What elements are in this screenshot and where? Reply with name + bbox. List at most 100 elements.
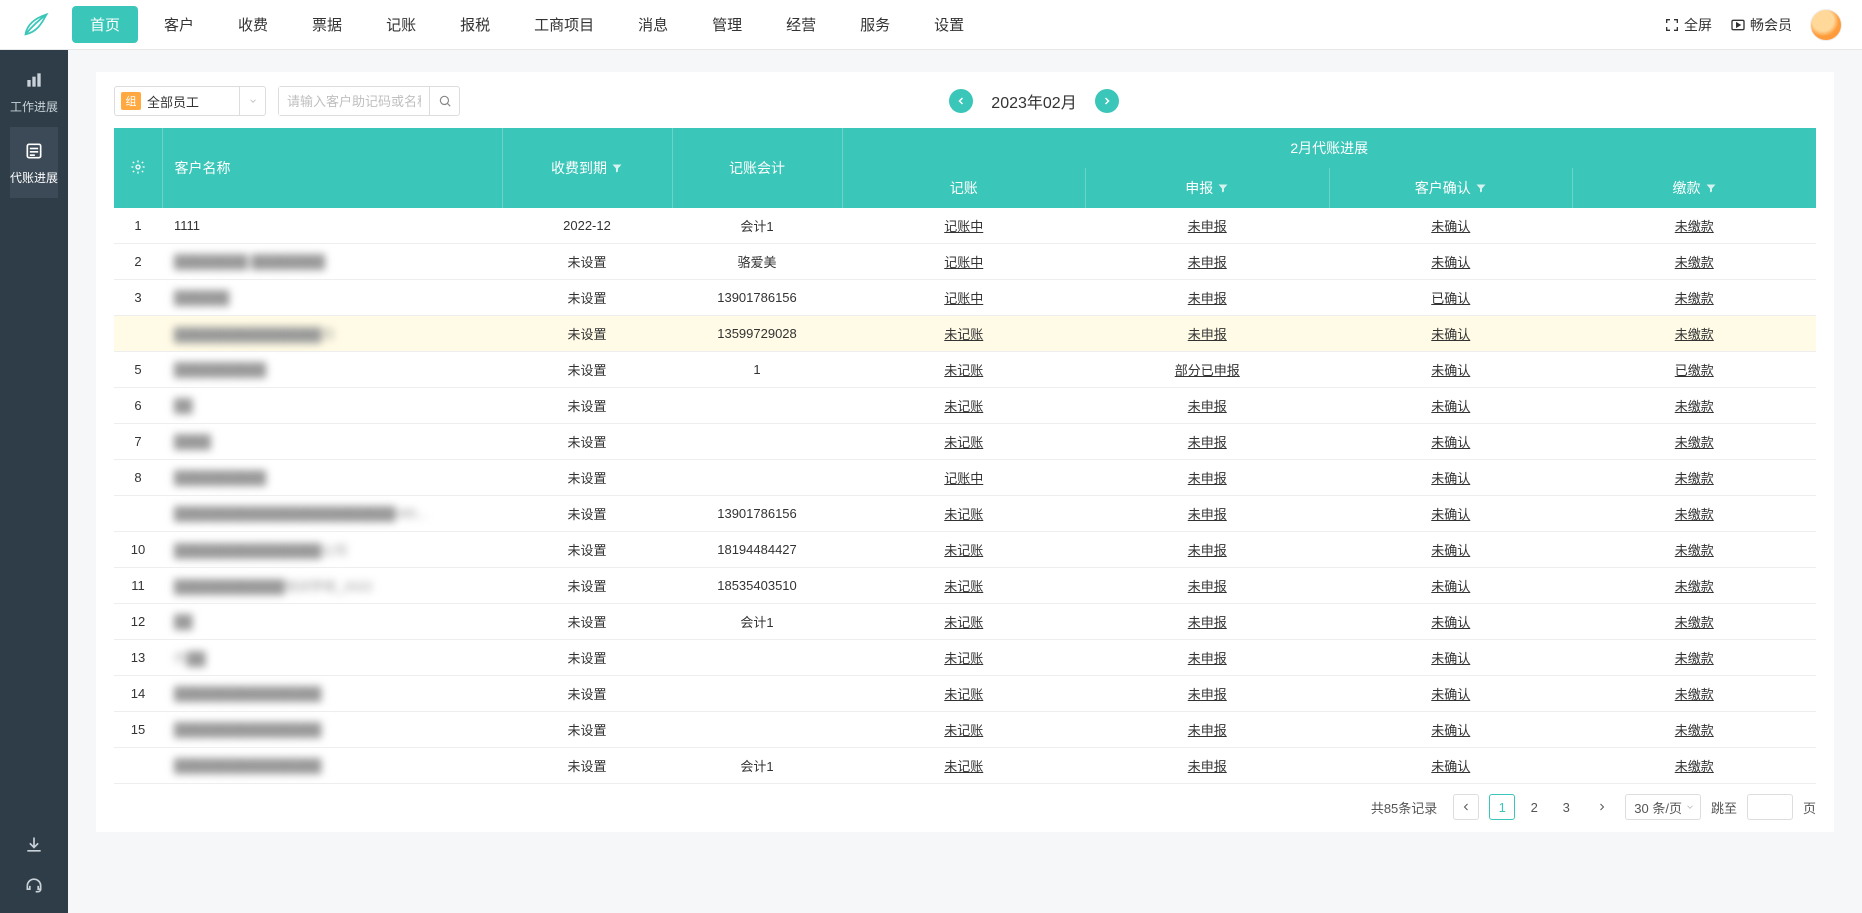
confirm-cell[interactable]: 未确认: [1329, 676, 1573, 712]
th-payment[interactable]: 缴款: [1573, 168, 1817, 208]
table-row[interactable]: 11████████████培训学校_2022未设置18535403510未记账…: [114, 568, 1816, 604]
declare-cell[interactable]: 未申报: [1086, 316, 1330, 352]
customer-name-cell[interactable]: ████████████████司: [162, 316, 502, 352]
confirm-cell[interactable]: 未确认: [1329, 388, 1573, 424]
nav-item-5[interactable]: 报税: [442, 6, 508, 43]
record-cell[interactable]: 未记账: [842, 388, 1086, 424]
headset-icon[interactable]: [22, 873, 46, 897]
confirm-cell[interactable]: 未确认: [1329, 424, 1573, 460]
record-cell[interactable]: 未记账: [842, 316, 1086, 352]
vip-button[interactable]: 畅会员: [1730, 15, 1792, 35]
th-confirm[interactable]: 客户确认: [1329, 168, 1573, 208]
customer-name-cell[interactable]: ████████████████: [162, 748, 502, 784]
nav-item-9[interactable]: 经营: [768, 6, 834, 43]
declare-cell[interactable]: 未申报: [1086, 676, 1330, 712]
payment-cell[interactable]: 未缴款: [1573, 388, 1817, 424]
declare-cell[interactable]: 未申报: [1086, 604, 1330, 640]
customer-name-cell[interactable]: ████████████培训学校_2022: [162, 568, 502, 604]
payment-cell[interactable]: 未缴款: [1573, 424, 1817, 460]
table-row[interactable]: ████████████████未设置会计1未记账未申报未确认未缴款: [114, 748, 1816, 784]
payment-cell[interactable]: 未缴款: [1573, 712, 1817, 748]
record-cell[interactable]: 未记账: [842, 568, 1086, 604]
confirm-cell[interactable]: 未确认: [1329, 352, 1573, 388]
customer-name-cell[interactable]: ██: [162, 604, 502, 640]
table-row[interactable]: ████████████████司未设置13599729028未记账未申报未确认…: [114, 316, 1816, 352]
payment-cell[interactable]: 未缴款: [1573, 316, 1817, 352]
page-size-select[interactable]: 30 条/页: [1625, 794, 1701, 820]
payment-cell[interactable]: 未缴款: [1573, 244, 1817, 280]
nav-item-6[interactable]: 工商项目: [516, 6, 612, 43]
prev-month-button[interactable]: [949, 89, 973, 113]
record-cell[interactable]: 未记账: [842, 748, 1086, 784]
customer-name-cell[interactable]: ██████████: [162, 352, 502, 388]
declare-cell[interactable]: 未申报: [1086, 244, 1330, 280]
nav-item-7[interactable]: 消息: [620, 6, 686, 43]
declare-cell[interactable]: 未申报: [1086, 460, 1330, 496]
table-row[interactable]: ████████████████████████085...未设置1390178…: [114, 496, 1816, 532]
customer-name-cell[interactable]: ████████████████████████085...: [162, 496, 502, 532]
table-row[interactable]: 111112022-12会计1记账中未申报未确认未缴款: [114, 208, 1816, 244]
nav-item-4[interactable]: 记账: [368, 6, 434, 43]
record-cell[interactable]: 未记账: [842, 424, 1086, 460]
confirm-cell[interactable]: 未确认: [1329, 568, 1573, 604]
customer-name-cell[interactable]: ██████: [162, 280, 502, 316]
customer-name-cell[interactable]: ████████████████: [162, 712, 502, 748]
page-button-3[interactable]: 3: [1553, 794, 1579, 820]
th-declare[interactable]: 申报: [1086, 168, 1330, 208]
confirm-cell[interactable]: 未确认: [1329, 244, 1573, 280]
payment-cell[interactable]: 未缴款: [1573, 532, 1817, 568]
record-cell[interactable]: 记账中: [842, 280, 1086, 316]
sidebar-item-1[interactable]: 代账进展: [10, 127, 58, 198]
declare-cell[interactable]: 未申报: [1086, 640, 1330, 676]
jump-input[interactable]: [1747, 794, 1793, 820]
declare-cell[interactable]: 未申报: [1086, 424, 1330, 460]
customer-name-cell[interactable]: 代██: [162, 640, 502, 676]
record-cell[interactable]: 未记账: [842, 640, 1086, 676]
page-button-1[interactable]: 1: [1489, 794, 1515, 820]
search-button[interactable]: [429, 87, 459, 115]
confirm-cell[interactable]: 未确认: [1329, 316, 1573, 352]
table-row[interactable]: 10████████████████公司未设置18194484427未记账未申报…: [114, 532, 1816, 568]
declare-cell[interactable]: 未申报: [1086, 532, 1330, 568]
declare-cell[interactable]: 未申报: [1086, 280, 1330, 316]
next-page-button[interactable]: [1589, 794, 1615, 820]
customer-name-cell[interactable]: 1111: [162, 208, 502, 244]
payment-cell[interactable]: 未缴款: [1573, 208, 1817, 244]
declare-cell[interactable]: 未申报: [1086, 208, 1330, 244]
prev-page-button[interactable]: [1453, 794, 1479, 820]
confirm-cell[interactable]: 未确认: [1329, 712, 1573, 748]
payment-cell[interactable]: 未缴款: [1573, 496, 1817, 532]
table-row[interactable]: 3██████未设置13901786156记账中未申报已确认未缴款: [114, 280, 1816, 316]
confirm-cell[interactable]: 已确认: [1329, 280, 1573, 316]
record-cell[interactable]: 记账中: [842, 244, 1086, 280]
declare-cell[interactable]: 未申报: [1086, 388, 1330, 424]
customer-name-cell[interactable]: ████: [162, 424, 502, 460]
table-row[interactable]: 8██████████未设置记账中未申报未确认未缴款: [114, 460, 1816, 496]
record-cell[interactable]: 未记账: [842, 352, 1086, 388]
page-button-2[interactable]: 2: [1521, 794, 1547, 820]
confirm-cell[interactable]: 未确认: [1329, 640, 1573, 676]
record-cell[interactable]: 未记账: [842, 496, 1086, 532]
nav-item-11[interactable]: 设置: [916, 6, 982, 43]
payment-cell[interactable]: 已缴款: [1573, 352, 1817, 388]
payment-cell[interactable]: 未缴款: [1573, 280, 1817, 316]
customer-name-cell[interactable]: ████████████████: [162, 676, 502, 712]
next-month-button[interactable]: [1095, 89, 1119, 113]
table-row[interactable]: 2████████ ████████未设置骆爱美记账中未申报未确认未缴款: [114, 244, 1816, 280]
download-icon[interactable]: [22, 833, 46, 857]
table-row[interactable]: 15████████████████未设置未记账未申报未确认未缴款: [114, 712, 1816, 748]
nav-item-2[interactable]: 收费: [220, 6, 286, 43]
declare-cell[interactable]: 部分已申报: [1086, 352, 1330, 388]
declare-cell[interactable]: 未申报: [1086, 712, 1330, 748]
confirm-cell[interactable]: 未确认: [1329, 208, 1573, 244]
nav-item-0[interactable]: 首页: [72, 6, 138, 43]
declare-cell[interactable]: 未申报: [1086, 496, 1330, 532]
record-cell[interactable]: 未记账: [842, 712, 1086, 748]
confirm-cell[interactable]: 未确认: [1329, 496, 1573, 532]
th-due[interactable]: 收费到期: [502, 128, 672, 208]
payment-cell[interactable]: 未缴款: [1573, 568, 1817, 604]
nav-item-1[interactable]: 客户: [146, 6, 212, 43]
search-input[interactable]: [279, 87, 429, 115]
table-row[interactable]: 6██未设置未记账未申报未确认未缴款: [114, 388, 1816, 424]
confirm-cell[interactable]: 未确认: [1329, 748, 1573, 784]
